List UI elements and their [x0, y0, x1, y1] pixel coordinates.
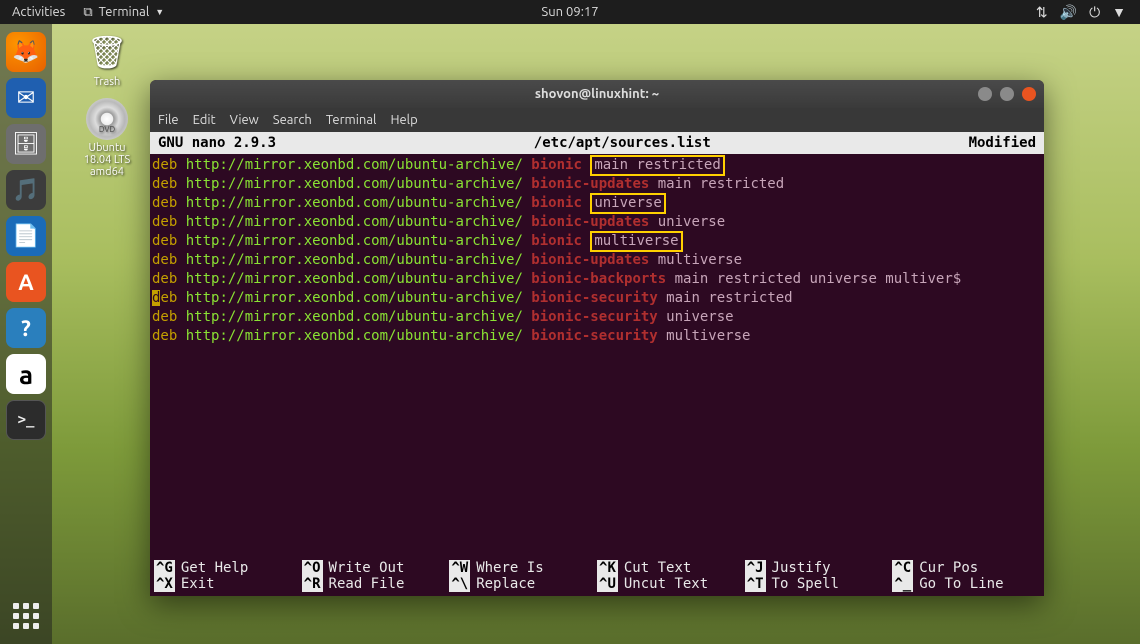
nano-shortcut: ^J Justify	[745, 560, 893, 576]
source-line: deb http://mirror.xeonbd.com/ubuntu-arch…	[152, 232, 1042, 251]
window-title: shovon@linuxhint: ~	[535, 87, 659, 101]
shortcut-label: Where Is	[476, 560, 543, 576]
shortcut-label: Write Out	[329, 560, 405, 576]
launcher-files[interactable]	[6, 124, 46, 164]
shortcut-label: Justify	[772, 560, 831, 576]
nano-shortcut: ^O Write Out	[302, 560, 450, 576]
nano-shortcut: ^C Cur Pos	[892, 560, 1040, 576]
launcher-ubuntu-software[interactable]	[6, 262, 46, 302]
desktop-icons: Trash Ubuntu 18.04 LTS amd64	[75, 30, 139, 178]
shortcut-label: Go To Line	[919, 576, 1003, 592]
nano-shortcut: ^W Where Is	[449, 560, 597, 576]
launcher-rhythmbox[interactable]	[6, 170, 46, 210]
shortcut-label: To Spell	[772, 576, 839, 592]
power-icon[interactable]: ⏻	[1089, 4, 1100, 21]
nano-modified: Modified	[969, 135, 1036, 151]
disc-icon	[86, 98, 128, 140]
nano-shortcut: ^_ Go To Line	[892, 576, 1040, 592]
app-name: Terminal	[99, 5, 150, 19]
trash-label: Trash	[75, 76, 139, 88]
shortcut-label: Get Help	[181, 560, 248, 576]
shortcut-key: ^O	[302, 560, 323, 576]
close-button[interactable]	[1022, 87, 1036, 101]
nano-header: GNU nano 2.9.3 /etc/apt/sources.list Mod…	[150, 132, 1044, 154]
terminal-window: shovon@linuxhint: ~ File Edit View Searc…	[150, 80, 1044, 596]
terminal-menubar: File Edit View Search Terminal Help	[150, 108, 1044, 132]
chevron-down-icon: ▼	[155, 7, 164, 17]
maximize-button[interactable]	[1000, 87, 1014, 101]
show-applications-button[interactable]	[10, 600, 42, 632]
app-indicator[interactable]: ⧉ Terminal ▼	[83, 5, 164, 20]
nano-shortcut: ^X Exit	[154, 576, 302, 592]
source-line: deb http://mirror.xeonbd.com/ubuntu-arch…	[152, 270, 1042, 289]
source-line: deb http://mirror.xeonbd.com/ubuntu-arch…	[152, 327, 1042, 346]
launcher-firefox[interactable]	[6, 32, 46, 72]
shortcut-label: Uncut Text	[624, 576, 708, 592]
launcher-libreoffice-writer[interactable]	[6, 216, 46, 256]
shortcut-key: ^G	[154, 560, 175, 576]
launcher-help[interactable]	[6, 308, 46, 348]
minimize-button[interactable]	[978, 87, 992, 101]
activities-button[interactable]: Activities	[12, 5, 65, 19]
source-line: deb http://mirror.xeonbd.com/ubuntu-arch…	[152, 308, 1042, 327]
shortcut-label: Read File	[329, 576, 405, 592]
source-line: deb http://mirror.xeonbd.com/ubuntu-arch…	[152, 251, 1042, 270]
disc-desktop-icon[interactable]: Ubuntu 18.04 LTS amd64	[75, 98, 139, 178]
shortcut-key: ^X	[154, 576, 175, 592]
source-line: deb http://mirror.xeonbd.com/ubuntu-arch…	[152, 213, 1042, 232]
nano-shortcut: ^T To Spell	[745, 576, 893, 592]
shortcut-key: ^C	[892, 560, 913, 576]
menu-search[interactable]: Search	[273, 113, 312, 127]
menu-view[interactable]: View	[230, 113, 259, 127]
clock[interactable]: Sun 09:17	[541, 5, 598, 19]
trash-desktop-icon[interactable]: Trash	[75, 30, 139, 88]
shortcut-row: ^G Get Help ^O Write Out ^W Where Is ^K Cut Tex…	[154, 560, 1040, 576]
nano-shortcut: ^U Uncut Text	[597, 576, 745, 592]
menu-help[interactable]: Help	[390, 113, 417, 127]
nano-shortcuts: ^G Get Help ^O Write Out ^W Where Is ^K Cut Tex…	[150, 560, 1044, 596]
source-line: deb http://mirror.xeonbd.com/ubuntu-arch…	[152, 156, 1042, 175]
shortcut-key: ^W	[449, 560, 470, 576]
shortcut-key: ^U	[597, 576, 618, 592]
nano-shortcut: ^K Cut Text	[597, 560, 745, 576]
launcher-thunderbird[interactable]	[6, 78, 46, 118]
terminal-icon: ⧉	[83, 5, 92, 20]
launcher	[0, 24, 52, 644]
terminal-body[interactable]: deb http://mirror.xeonbd.com/ubuntu-arch…	[150, 154, 1044, 560]
launcher-terminal[interactable]	[6, 400, 46, 440]
menu-edit[interactable]: Edit	[193, 113, 216, 127]
nano-shortcut: ^G Get Help	[154, 560, 302, 576]
top-panel: Activities ⧉ Terminal ▼ Sun 09:17 ⇅ 🔊 ⏻ …	[0, 0, 1140, 24]
system-menu-chevron-icon[interactable]: ▼	[1112, 4, 1126, 20]
nano-filename: /etc/apt/sources.list	[276, 135, 969, 151]
shortcut-key: ^\	[449, 576, 470, 592]
shortcut-key: ^K	[597, 560, 618, 576]
shortcut-label: Cur Pos	[919, 560, 978, 576]
disc-label: Ubuntu 18.04 LTS amd64	[75, 142, 139, 178]
source-line: deb http://mirror.xeonbd.com/ubuntu-arch…	[152, 194, 1042, 213]
shortcut-key: ^T	[745, 576, 766, 592]
shortcut-label: Exit	[181, 576, 215, 592]
volume-icon[interactable]: 🔊	[1060, 4, 1077, 21]
source-line: deb http://mirror.xeonbd.com/ubuntu-arch…	[152, 289, 1042, 308]
nano-shortcut: ^\ Replace	[449, 576, 597, 592]
window-titlebar[interactable]: shovon@linuxhint: ~	[150, 80, 1044, 108]
nano-shortcut: ^R Read File	[302, 576, 450, 592]
nano-version: GNU nano 2.9.3	[158, 135, 276, 151]
shortcut-key: ^_	[892, 576, 913, 592]
shortcut-key: ^R	[302, 576, 323, 592]
launcher-amazon[interactable]	[6, 354, 46, 394]
source-line: deb http://mirror.xeonbd.com/ubuntu-arch…	[152, 175, 1042, 194]
shortcut-row: ^X Exit ^R Read File ^\ Replace ^U Uncut Text ^T…	[154, 576, 1040, 592]
shortcut-label: Cut Text	[624, 560, 691, 576]
menu-file[interactable]: File	[158, 113, 179, 127]
shortcut-key: ^J	[745, 560, 766, 576]
trash-icon	[85, 30, 129, 74]
shortcut-label: Replace	[476, 576, 535, 592]
network-icon[interactable]: ⇅	[1036, 4, 1048, 21]
menu-terminal[interactable]: Terminal	[326, 113, 377, 127]
